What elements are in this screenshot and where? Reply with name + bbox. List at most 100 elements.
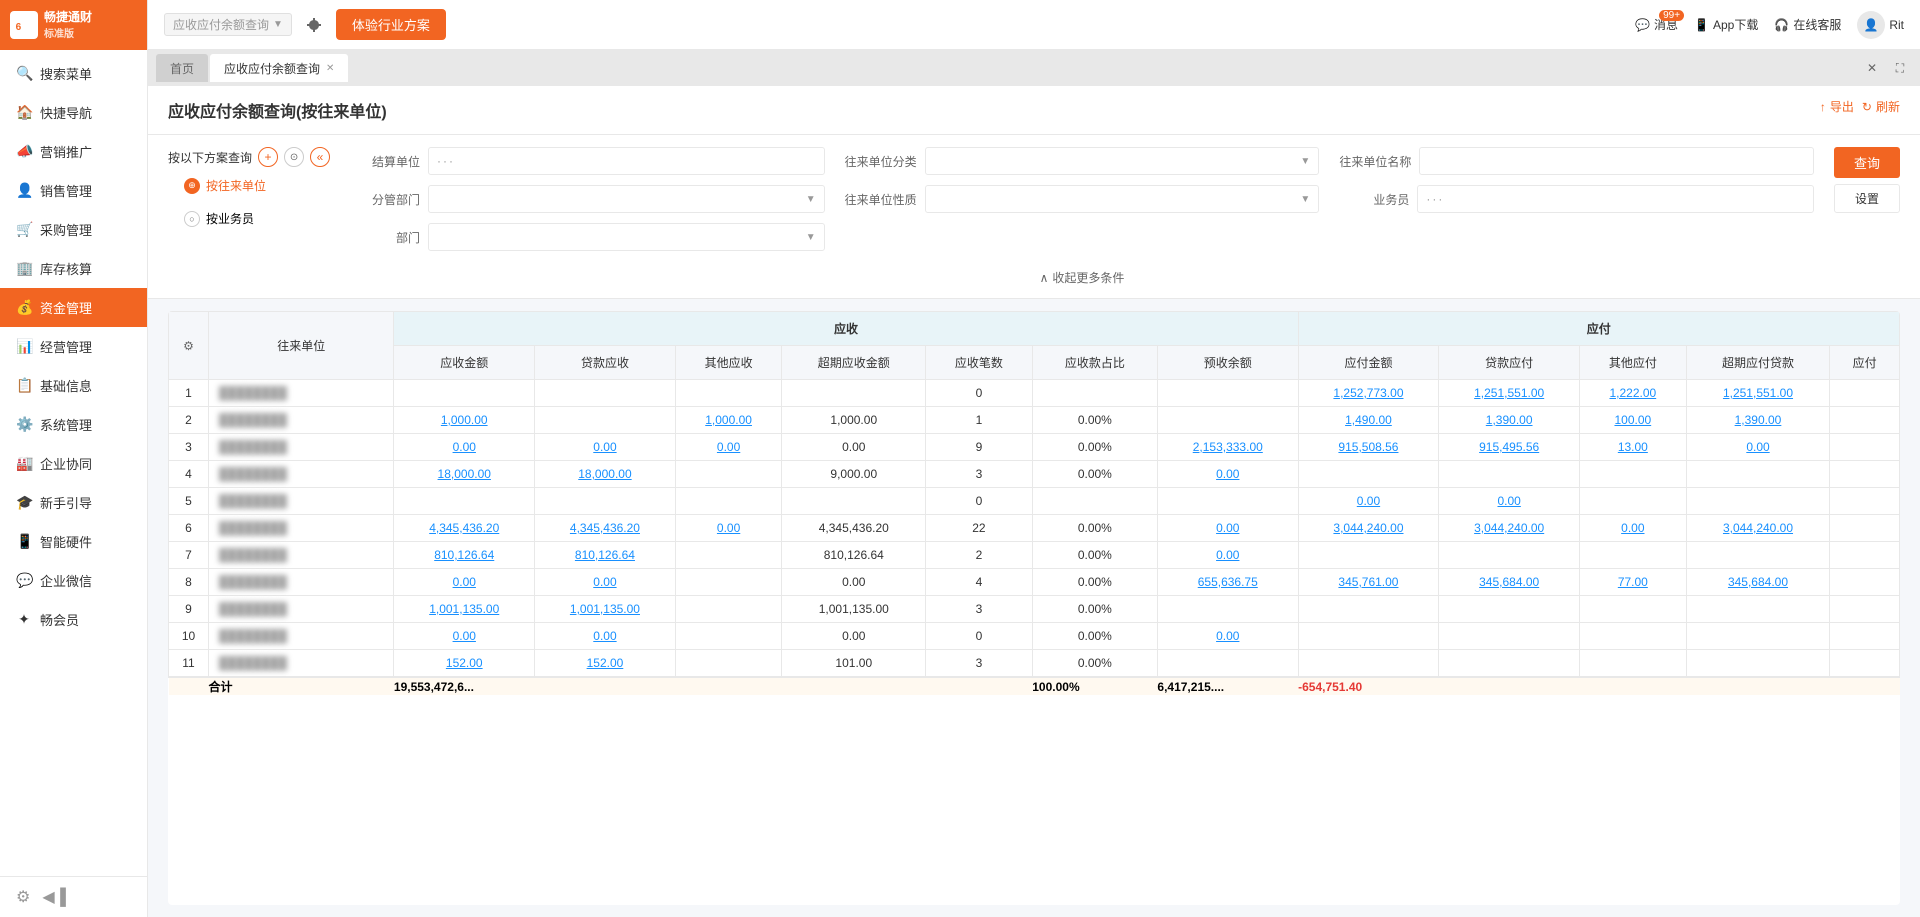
dept-input[interactable]: ▼ xyxy=(428,223,825,251)
total-ar-amount[interactable]: 19,553,472,6... xyxy=(394,677,535,695)
company-category-input[interactable]: ▼ xyxy=(925,147,1320,175)
filter-salesperson-icon: ○ xyxy=(184,211,200,227)
export-icon: ↑ xyxy=(1820,100,1826,114)
total-ar-ratio: 100.00% xyxy=(1032,677,1157,695)
division-dept-input[interactable]: ▼ xyxy=(428,185,825,213)
settings-button[interactable]: 设置 xyxy=(1834,184,1900,213)
filter-scheme-collapse-button[interactable]: « xyxy=(310,147,330,167)
breadcrumb: 应收应付余额查询 ▼ xyxy=(164,13,292,36)
sidebar-item-inventory[interactable]: 🏢 库存核算 xyxy=(0,249,147,288)
col-ap-loan-header: 贷款应付 xyxy=(1439,346,1580,380)
finance-icon: 💰 xyxy=(16,299,32,316)
refresh-button[interactable]: ↻ 刷新 xyxy=(1862,98,1900,115)
app-name: 畅捷通财 xyxy=(44,10,92,24)
sidebar-label-sales: 销售管理 xyxy=(40,181,92,200)
tab-home[interactable]: 首页 xyxy=(156,54,208,82)
filter-company-label: 按往来单位 xyxy=(206,177,266,194)
page-header: 应收应付余额查询(按往来单位) ↑ 导出 ↻ 刷新 xyxy=(148,86,1920,135)
sidebar-item-sales[interactable]: 👤 销售管理 xyxy=(0,171,147,210)
tab-actions: ✕ ⛶ xyxy=(1860,56,1912,80)
tab-bar: 首页 应收应付余额查询 ✕ ✕ ⛶ xyxy=(148,50,1920,86)
table-row: 5████████00.000.00 xyxy=(169,488,1900,515)
filter-option-by-salesperson[interactable]: ○ 按业务员 xyxy=(176,206,330,231)
settlement-unit-input[interactable]: ··· xyxy=(428,147,825,175)
header-settings-button[interactable] xyxy=(300,11,328,39)
filter-options-settings-button[interactable]: ⊙ xyxy=(284,147,304,167)
breadcrumb-chevron-icon: ▼ xyxy=(273,19,283,30)
sidebar-label-member: 畅会员 xyxy=(40,610,79,629)
tab-close-icon[interactable]: ✕ xyxy=(326,63,334,74)
sidebar-item-enterprise[interactable]: 🏭 企业协同 xyxy=(0,444,147,483)
col-ap-other-header: 其他应付 xyxy=(1580,346,1687,380)
col-ap-last-header: 应付 xyxy=(1830,346,1900,380)
sidebar-item-search[interactable]: 🔍 搜索菜单 xyxy=(0,54,147,93)
table-settings-icon[interactable]: ⚙ xyxy=(183,339,194,353)
company-category-label: 往来单位分类 xyxy=(845,153,917,170)
user-avatar-area[interactable]: 👤 Rit xyxy=(1857,11,1904,39)
refresh-label: 刷新 xyxy=(1876,98,1900,115)
sidebar-item-guide[interactable]: 🎓 新手引导 xyxy=(0,483,147,522)
tab-ar-ap-query[interactable]: 应收应付余额查询 ✕ xyxy=(210,54,348,82)
col-ar-loan-header: 贷款应收 xyxy=(535,346,676,380)
filter-option-by-company[interactable]: ⊕ 按往来单位 xyxy=(176,173,330,198)
online-service-button[interactable]: 🎧 在线客服 xyxy=(1774,16,1841,33)
total-ar-prepay[interactable]: 6,417,215.... xyxy=(1157,677,1298,695)
export-button[interactable]: ↑ 导出 xyxy=(1820,98,1854,115)
system-icon: ⚙️ xyxy=(16,416,32,433)
filter-collapse-button[interactable]: ∧ 收起更多条件 xyxy=(1040,269,1125,286)
filter-scheme-label: 按以下方案查询 xyxy=(168,149,252,166)
plan-button[interactable]: 体验行业方案 xyxy=(336,9,446,40)
col-ap-overdue-header: 超期应付贷款 xyxy=(1686,346,1830,380)
page-header-actions: ↑ 导出 ↻ 刷新 xyxy=(1820,98,1900,115)
tab-close-window-button[interactable]: ✕ xyxy=(1860,56,1884,80)
sidebar-label-basic-info: 基础信息 xyxy=(40,376,92,395)
tab-home-label: 首页 xyxy=(170,60,194,77)
sidebar-item-member[interactable]: ✦ 畅会员 xyxy=(0,600,147,639)
sidebar-item-operations[interactable]: 📊 经营管理 xyxy=(0,327,147,366)
col-ar-count-header: 应收笔数 xyxy=(926,346,1033,380)
dept-label: 部门 xyxy=(350,229,420,246)
inventory-icon: 🏢 xyxy=(16,260,32,277)
basic-info-icon: 📋 xyxy=(16,377,32,394)
col-ar-overdue-header: 超期应收金额 xyxy=(782,346,926,380)
messages-button[interactable]: 💬 消息 99+ xyxy=(1635,16,1678,33)
sidebar-item-quick-nav[interactable]: 🏠 快捷导航 xyxy=(0,93,147,132)
query-button[interactable]: 查询 xyxy=(1834,147,1900,178)
company-category-chevron-icon: ▼ xyxy=(1300,156,1310,167)
table-row: 2████████1,000.001,000.001,000.0010.00%1… xyxy=(169,407,1900,434)
filter-add-button[interactable]: + xyxy=(258,147,278,167)
guide-icon: 🎓 xyxy=(16,494,32,511)
table-row: 10████████0.000.000.0000.00%0.00 xyxy=(169,623,1900,650)
company-nature-input[interactable]: ▼ xyxy=(925,185,1320,213)
svg-text:6: 6 xyxy=(16,22,22,33)
footer-collapse-icon[interactable]: ◀▐ xyxy=(42,887,66,907)
table-row: 7████████810,126.64810,126.64810,126.642… xyxy=(169,542,1900,569)
tab-expand-button[interactable]: ⛶ xyxy=(1888,56,1912,80)
breadcrumb-text: 应收应付余额查询 xyxy=(173,16,269,33)
col-ar-amount-header: 应收金额 xyxy=(394,346,535,380)
sidebar-item-finance[interactable]: 💰 资金管理 xyxy=(0,288,147,327)
home-icon: 🏠 xyxy=(16,104,32,121)
col-company-header: 往来单位 xyxy=(209,312,394,380)
sidebar-item-marketing[interactable]: 📣 营销推广 xyxy=(0,132,147,171)
company-name-input[interactable] xyxy=(1419,147,1814,175)
tab-ar-ap-label: 应收应付余额查询 xyxy=(224,60,320,77)
user-initials: 👤 xyxy=(1864,18,1879,32)
sidebar-label-finance: 资金管理 xyxy=(40,298,92,317)
sidebar-item-purchase[interactable]: 🛒 采购管理 xyxy=(0,210,147,249)
app-download-button[interactable]: 📱 App下载 xyxy=(1694,16,1758,33)
sidebar-label-operations: 经营管理 xyxy=(40,337,92,356)
sidebar-item-system[interactable]: ⚙️ 系统管理 xyxy=(0,405,147,444)
salesperson-input[interactable]: ··· xyxy=(1417,185,1814,213)
footer-settings-icon[interactable]: ⚙ xyxy=(16,887,30,907)
wechat-icon: 💬 xyxy=(16,572,32,589)
top-header: 应收应付余额查询 ▼ 体验行业方案 💬 消息 99+ 📱 App下载 🎧 在线客… xyxy=(148,0,1920,50)
purchase-icon: 🛒 xyxy=(16,221,32,238)
sidebar-item-basic-info[interactable]: 📋 基础信息 xyxy=(0,366,147,405)
sidebar-item-hardware[interactable]: 📱 智能硬件 xyxy=(0,522,147,561)
dept-chevron-icon: ▼ xyxy=(806,232,816,243)
sidebar-item-wechat[interactable]: 💬 企业微信 xyxy=(0,561,147,600)
sidebar-label-marketing: 营销推广 xyxy=(40,142,92,161)
enterprise-icon: 🏭 xyxy=(16,455,32,472)
total-ar-other xyxy=(675,677,782,695)
